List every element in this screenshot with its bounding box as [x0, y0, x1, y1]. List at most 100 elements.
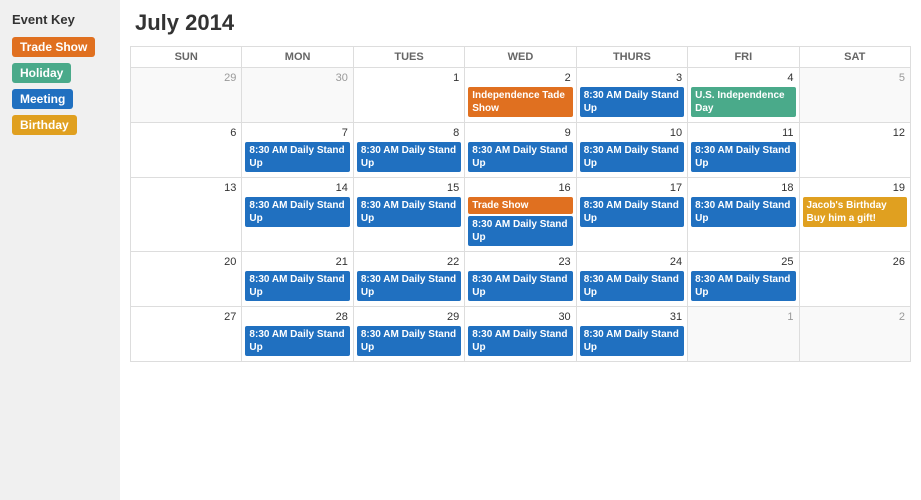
meeting-jul9[interactable]: 8:30 AM Daily Stand Up: [468, 142, 572, 172]
day-num-jul15: 15: [357, 181, 461, 195]
day-num-jul30: 30: [468, 310, 572, 324]
day-num-aug1: 1: [691, 310, 795, 324]
day-num-jul10: 10: [580, 126, 684, 140]
cell-jul1: 1: [353, 68, 464, 123]
calendar-grid: SUN MON TUES WED THURS FRI SAT 29 30: [130, 46, 911, 362]
cell-jul30: 30 8:30 AM Daily Stand Up: [465, 307, 576, 362]
day-num-jul3: 3: [580, 71, 684, 85]
meeting-jul18[interactable]: 8:30 AM Daily Stand Up: [691, 197, 795, 227]
cell-jul25: 25 8:30 AM Daily Stand Up: [688, 252, 799, 307]
week-row-5: 27 28 8:30 AM Daily Stand Up 29 8:30 AM …: [131, 307, 911, 362]
meeting-jul7[interactable]: 8:30 AM Daily Stand Up: [245, 142, 349, 172]
cell-jul11: 11 8:30 AM Daily Stand Up: [688, 123, 799, 178]
day-num-jul14: 14: [245, 181, 349, 195]
cell-jul4: 4 U.S. Independence Day: [688, 68, 799, 123]
meeting-jul29[interactable]: 8:30 AM Daily Stand Up: [357, 326, 461, 356]
day-num-jul12: 12: [803, 126, 907, 140]
day-num-jul25: 25: [691, 255, 795, 269]
day-num-jul31: 31: [580, 310, 684, 324]
day-num-jul19: 19: [803, 181, 907, 195]
calendar-title: July 2014: [130, 10, 911, 36]
cell-jul6: 6: [131, 123, 242, 178]
meeting-jul31[interactable]: 8:30 AM Daily Stand Up: [580, 326, 684, 356]
birthday-key[interactable]: Birthday: [12, 115, 77, 135]
cell-jul9: 9 8:30 AM Daily Stand Up: [465, 123, 576, 178]
cell-jul2: 2 Independence Tade Show: [465, 68, 576, 123]
meeting-jul24[interactable]: 8:30 AM Daily Stand Up: [580, 271, 684, 301]
birthday-jul19[interactable]: Jacob's Birthday Buy him a gift!: [803, 197, 907, 227]
meeting-jul14[interactable]: 8:30 AM Daily Stand Up: [245, 197, 349, 227]
week-row-2: 6 7 8:30 AM Daily Stand Up 8 8:30 AM Dai…: [131, 123, 911, 178]
day-num-jul17: 17: [580, 181, 684, 195]
cell-jul12: 12: [799, 123, 910, 178]
cell-aug2: 2: [799, 307, 910, 362]
meeting-jul16[interactable]: 8:30 AM Daily Stand Up: [468, 216, 572, 246]
add-event-jul3[interactable]: +: [676, 103, 684, 119]
cell-jul23: 23 8:30 AM Daily Stand Up: [465, 252, 576, 307]
meeting-key[interactable]: Meeting: [12, 89, 73, 109]
day-num-jul2: 2: [468, 71, 572, 85]
day-num-jul5: 5: [803, 71, 907, 85]
cell-jul29: 29 8:30 AM Daily Stand Up: [353, 307, 464, 362]
meeting-jul15[interactable]: 8:30 AM Daily Stand Up: [357, 197, 461, 227]
day-num-jul21: 21: [245, 255, 349, 269]
col-tues: TUES: [353, 47, 464, 68]
cell-jul7: 7 8:30 AM Daily Stand Up: [242, 123, 353, 178]
day-num-jul7: 7: [245, 126, 349, 140]
cell-jul24: 24 8:30 AM Daily Stand Up: [576, 252, 687, 307]
meeting-jul30[interactable]: 8:30 AM Daily Stand Up: [468, 326, 572, 356]
day-num-jul4: 4: [691, 71, 795, 85]
day-num-jul11: 11: [691, 126, 795, 140]
cell-jul13: 13: [131, 178, 242, 252]
meeting-jul3[interactable]: 8:30 AM Daily Stand Up: [580, 87, 684, 117]
cell-jul5: 5: [799, 68, 910, 123]
holiday-key[interactable]: Holiday: [12, 63, 71, 83]
col-thurs: THURS: [576, 47, 687, 68]
cell-jul21: 21 8:30 AM Daily Stand Up: [242, 252, 353, 307]
day-num-jul27: 27: [134, 310, 238, 324]
meeting-jul17[interactable]: 8:30 AM Daily Stand Up: [580, 197, 684, 227]
cell-jul27: 27: [131, 307, 242, 362]
cell-jul28: 28 8:30 AM Daily Stand Up: [242, 307, 353, 362]
day-num-jul8: 8: [357, 126, 461, 140]
cell-jul8: 8 8:30 AM Daily Stand Up: [353, 123, 464, 178]
col-fri: FRI: [688, 47, 799, 68]
meeting-jul25[interactable]: 8:30 AM Daily Stand Up: [691, 271, 795, 301]
cell-jun30: 30: [242, 68, 353, 123]
col-sat: SAT: [799, 47, 910, 68]
day-num-jul26: 26: [803, 255, 907, 269]
sidebar: Event Key Trade Show Holiday Meeting Bir…: [0, 0, 120, 500]
cell-jul3: 3 8:30 AM Daily Stand Up +: [576, 68, 687, 123]
trade-show-jul16[interactable]: Trade Show: [468, 197, 572, 214]
day-num-jul18: 18: [691, 181, 795, 195]
event-key-title: Event Key: [12, 12, 108, 27]
cell-jul19: 19 Jacob's Birthday Buy him a gift!: [799, 178, 910, 252]
week-row-1: 29 30 1 2 Independence Tade Show 3 8:30: [131, 68, 911, 123]
meeting-jul22[interactable]: 8:30 AM Daily Stand Up: [357, 271, 461, 301]
meeting-jul23[interactable]: 8:30 AM Daily Stand Up: [468, 271, 572, 301]
day-num-jun30: 30: [245, 71, 349, 85]
day-num-jun29: 29: [134, 71, 238, 85]
meeting-jul11[interactable]: 8:30 AM Daily Stand Up: [691, 142, 795, 172]
day-num-jul6: 6: [134, 126, 238, 140]
meeting-jul10[interactable]: 8:30 AM Daily Stand Up: [580, 142, 684, 172]
cell-jul17: 17 8:30 AM Daily Stand Up: [576, 178, 687, 252]
day-num-jul22: 22: [357, 255, 461, 269]
cell-jul31: 31 8:30 AM Daily Stand Up: [576, 307, 687, 362]
day-num-jul16: 16: [468, 181, 572, 195]
meeting-jul28[interactable]: 8:30 AM Daily Stand Up: [245, 326, 349, 356]
cell-jul18: 18 8:30 AM Daily Stand Up: [688, 178, 799, 252]
meeting-jul21[interactable]: 8:30 AM Daily Stand Up: [245, 271, 349, 301]
week-row-4: 20 21 8:30 AM Daily Stand Up 22 8:30 AM …: [131, 252, 911, 307]
cell-jul22: 22 8:30 AM Daily Stand Up: [353, 252, 464, 307]
col-mon: MON: [242, 47, 353, 68]
trade-show-key[interactable]: Trade Show: [12, 37, 95, 57]
independence-trade-show[interactable]: Independence Tade Show: [468, 87, 572, 117]
week-row-3: 13 14 8:30 AM Daily Stand Up 15 8:30 AM …: [131, 178, 911, 252]
day-num-jul20: 20: [134, 255, 238, 269]
day-num-jul29: 29: [357, 310, 461, 324]
independence-day[interactable]: U.S. Independence Day: [691, 87, 795, 117]
cell-jun29: 29: [131, 68, 242, 123]
day-num-jul28: 28: [245, 310, 349, 324]
meeting-jul8[interactable]: 8:30 AM Daily Stand Up: [357, 142, 461, 172]
